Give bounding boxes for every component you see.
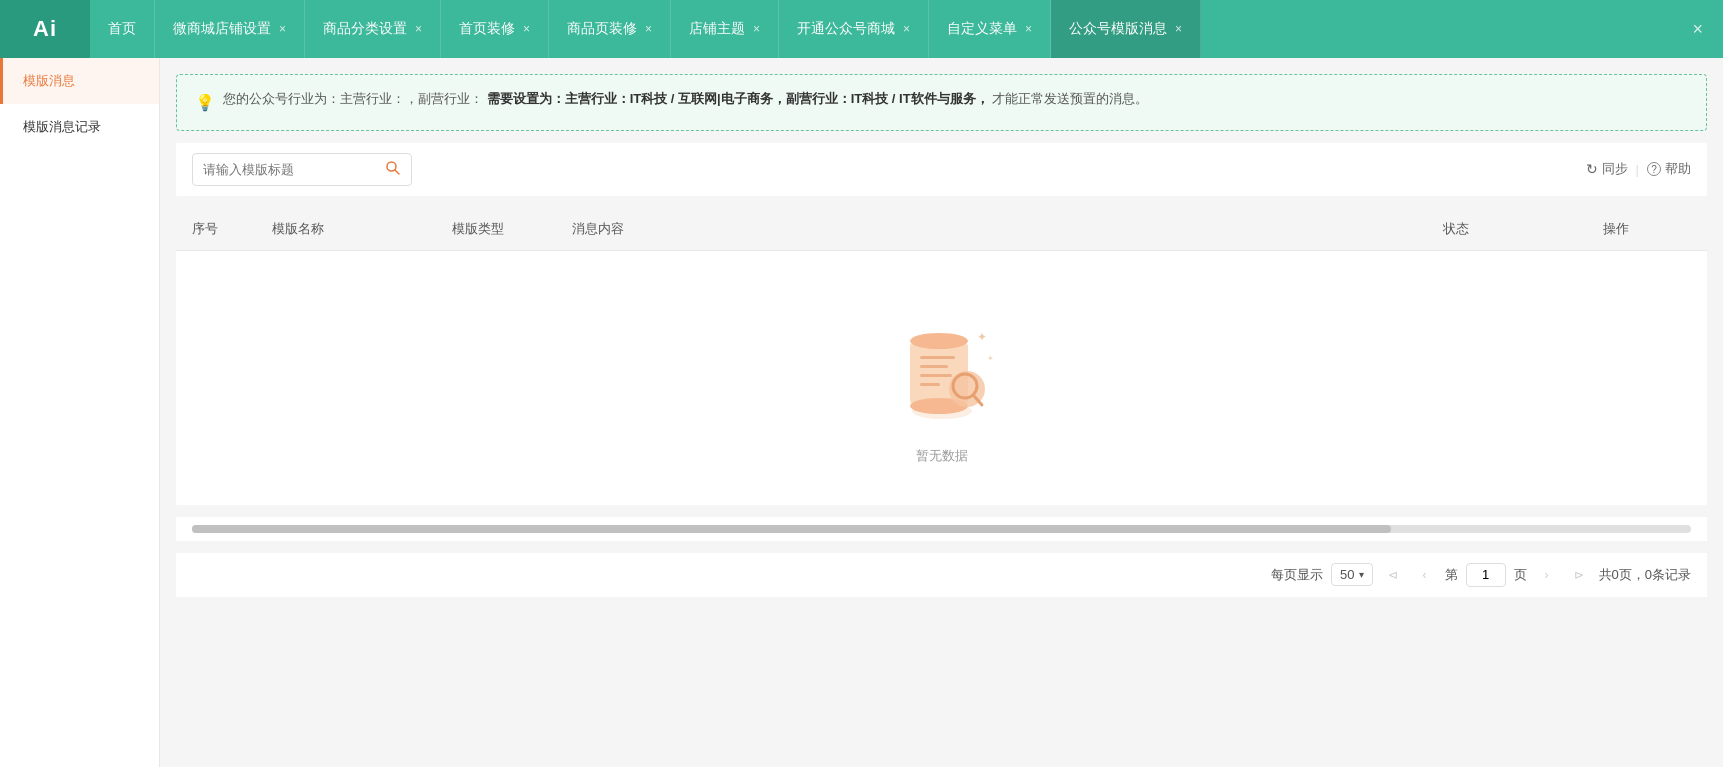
empty-state: ✦ ✦ 暂无数据 [176, 251, 1707, 505]
nav-tab-custom-menu-label: 自定义菜单 [947, 20, 1017, 38]
nav-tab-home-decor[interactable]: 首页装修 × [441, 0, 549, 58]
help-button[interactable]: ? 帮助 [1647, 160, 1691, 178]
per-page-label: 每页显示 [1271, 566, 1323, 584]
page-next-icon: › [1545, 568, 1549, 582]
col-action: 操作 [1587, 208, 1707, 250]
logo-text: Ai [33, 16, 57, 42]
svg-rect-6 [920, 356, 955, 359]
col-status: 状态 [1427, 208, 1587, 250]
svg-point-4 [910, 333, 968, 349]
search-icon[interactable] [385, 160, 401, 179]
sync-button[interactable]: ↻ 同步 [1586, 160, 1628, 178]
main-content: 💡 您的公众号行业为：主营行业：，副营行业： 需要设置为：主营行业：IT科技 /… [160, 58, 1723, 767]
col-type: 模版类型 [436, 208, 556, 250]
sync-icon: ↻ [1586, 161, 1598, 177]
svg-text:✦: ✦ [987, 354, 994, 363]
notice-icon: 💡 [195, 90, 215, 116]
main-layout: 模版消息 模版消息记录 💡 您的公众号行业为：主营行业：，副营行业： 需要设置为… [0, 58, 1723, 767]
close-category-icon[interactable]: × [415, 22, 422, 36]
scroll-track[interactable] [176, 517, 1707, 541]
nav-tab-home-label: 首页 [108, 20, 136, 38]
sidebar-item-template-msg-record[interactable]: 模版消息记录 [0, 104, 159, 150]
nav-tab-product-decor-label: 商品页装修 [567, 20, 637, 38]
close-open-store-icon[interactable]: × [903, 22, 910, 36]
help-label: 帮助 [1665, 160, 1691, 178]
nav-tab-store-settings[interactable]: 微商城店铺设置 × [155, 0, 305, 58]
nav-tab-theme-label: 店铺主题 [689, 20, 745, 38]
nav-tab-home[interactable]: 首页 [90, 0, 155, 58]
toolbar-right: ↻ 同步 | ? 帮助 [1586, 160, 1691, 178]
notice-box: 💡 您的公众号行业为：主营行业：，副营行业： 需要设置为：主营行业：IT科技 /… [176, 74, 1707, 131]
page-label-pre: 第 [1445, 566, 1458, 584]
nav-tab-open-store[interactable]: 开通公众号商城 × [779, 0, 929, 58]
nav-tab-custom-menu[interactable]: 自定义菜单 × [929, 0, 1051, 58]
svg-rect-9 [920, 383, 940, 386]
close-theme-icon[interactable]: × [753, 22, 760, 36]
pagination: 每页显示 50 ▾ ⊲ ‹ 第 页 › ⊳ 共0页，0条记录 [176, 553, 1707, 597]
notice-text-after: 才能正常发送预置的消息。 [992, 91, 1148, 106]
sidebar-item-template-msg[interactable]: 模版消息 [0, 58, 159, 104]
page-prev-icon: ‹ [1423, 568, 1427, 582]
sidebar: 模版消息 模版消息记录 [0, 58, 160, 767]
page-first-icon: ⊲ [1388, 568, 1398, 582]
per-page-dropdown-icon: ▾ [1359, 569, 1364, 580]
notice-text-before: 您的公众号行业为：主营行业：，副营行业： [223, 91, 483, 106]
toolbar: ↻ 同步 | ? 帮助 [176, 143, 1707, 196]
svg-line-1 [395, 170, 399, 174]
data-table: 序号 模版名称 模版类型 消息内容 状态 操作 [176, 208, 1707, 505]
empty-state-icon: ✦ ✦ [882, 311, 1002, 431]
page-next-button[interactable]: › [1535, 563, 1559, 587]
nav-tab-category[interactable]: 商品分类设置 × [305, 0, 441, 58]
top-navigation: Ai 首页 微商城店铺设置 × 商品分类设置 × 首页装修 × 商品页装修 × … [0, 0, 1723, 58]
scroll-bar-thumb [192, 525, 1391, 533]
toolbar-divider: | [1636, 162, 1639, 177]
empty-state-text: 暂无数据 [916, 447, 968, 465]
page-last-icon: ⊳ [1574, 568, 1584, 582]
nav-tab-theme[interactable]: 店铺主题 × [671, 0, 779, 58]
svg-text:✦: ✦ [977, 330, 987, 344]
pagination-total: 共0页，0条记录 [1599, 566, 1691, 584]
svg-rect-8 [920, 374, 952, 377]
nav-tab-product-decor[interactable]: 商品页装修 × [549, 0, 671, 58]
per-page-select[interactable]: 50 ▾ [1331, 563, 1372, 586]
search-box[interactable] [192, 153, 412, 186]
close-product-decor-icon[interactable]: × [645, 22, 652, 36]
page-prev-button[interactable]: ‹ [1413, 563, 1437, 587]
close-custom-menu-icon[interactable]: × [1025, 22, 1032, 36]
col-name: 模版名称 [256, 208, 436, 250]
page-first-button[interactable]: ⊲ [1381, 563, 1405, 587]
page-label-post: 页 [1514, 566, 1527, 584]
col-index: 序号 [176, 208, 256, 250]
close-store-settings-icon[interactable]: × [279, 22, 286, 36]
sidebar-item-template-msg-record-label: 模版消息记录 [23, 119, 101, 134]
close-template-msg-icon[interactable]: × [1175, 22, 1182, 36]
app-logo: Ai [0, 0, 90, 58]
scroll-bar-outer [192, 525, 1691, 533]
nav-tab-template-msg[interactable]: 公众号模版消息 × [1051, 0, 1201, 58]
nav-tab-template-msg-label: 公众号模版消息 [1069, 20, 1167, 38]
page-input[interactable] [1466, 563, 1506, 587]
notice-text-bold: 需要设置为：主营行业：IT科技 / 互联网|电子商务，副营行业：IT科技 / I… [487, 91, 989, 106]
sync-label: 同步 [1602, 160, 1628, 178]
nav-tab-open-store-label: 开通公众号商城 [797, 20, 895, 38]
nav-tab-home-decor-label: 首页装修 [459, 20, 515, 38]
help-icon: ? [1647, 162, 1661, 176]
svg-rect-7 [920, 365, 948, 368]
col-content: 消息内容 [556, 208, 1427, 250]
close-all-tabs-button[interactable]: × [1672, 19, 1723, 40]
search-input[interactable] [203, 162, 379, 177]
close-home-decor-icon[interactable]: × [523, 22, 530, 36]
nav-tab-category-label: 商品分类设置 [323, 20, 407, 38]
per-page-value: 50 [1340, 567, 1354, 582]
table-header: 序号 模版名称 模版类型 消息内容 状态 操作 [176, 208, 1707, 251]
page-last-button[interactable]: ⊳ [1567, 563, 1591, 587]
nav-tab-store-settings-label: 微商城店铺设置 [173, 20, 271, 38]
notice-text: 您的公众号行业为：主营行业：，副营行业： 需要设置为：主营行业：IT科技 / 互… [223, 89, 1148, 110]
sidebar-item-template-msg-label: 模版消息 [23, 73, 75, 88]
